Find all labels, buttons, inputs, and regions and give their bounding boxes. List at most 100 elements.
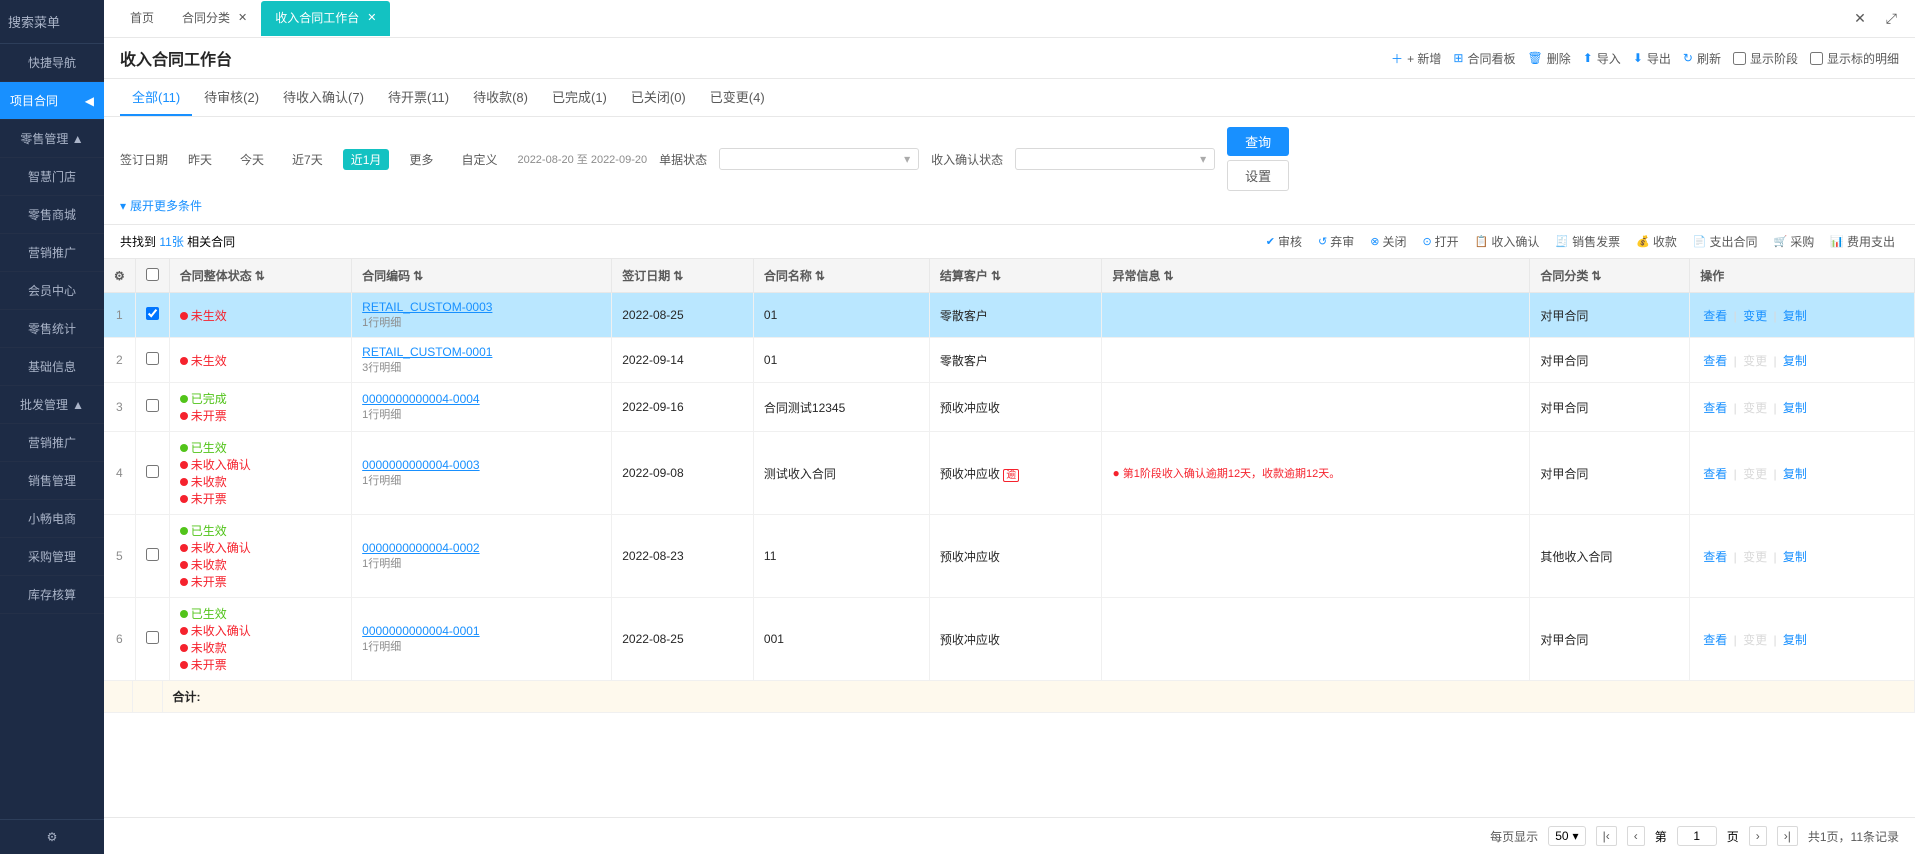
row-checkbox[interactable] [135, 293, 169, 338]
view-btn[interactable]: 查看 [1700, 309, 1730, 323]
contract-code-link[interactable]: 0000000000004-0002 [362, 541, 479, 555]
sidebar-item-smart-store[interactable]: 智慧门店 [0, 158, 104, 196]
filter-custom[interactable]: 自定义 [453, 149, 505, 170]
sidebar-item-retail-mall[interactable]: 零售商城 [0, 196, 104, 234]
sidebar-item-basic-info[interactable]: 基础信息 [0, 348, 104, 386]
prev-page-btn[interactable]: ‹ [1627, 826, 1645, 846]
last-page-btn[interactable]: ›| [1777, 826, 1798, 846]
sidebar-item-marketing[interactable]: 营销推广 [0, 234, 104, 272]
edit-btn[interactable]: 变更 [1740, 633, 1770, 647]
copy-btn[interactable]: 复制 [1780, 550, 1810, 564]
row-checkbox[interactable] [135, 598, 169, 681]
first-page-btn[interactable]: |‹ [1596, 826, 1617, 846]
query-btn[interactable]: 查询 [1227, 127, 1289, 156]
copy-btn[interactable]: 复制 [1780, 309, 1810, 323]
checkbox-col-header[interactable] [135, 259, 169, 293]
show-stage-check[interactable]: 显示阶段 [1733, 50, 1798, 67]
sidebar-item-retail-stats[interactable]: 零售统计 [0, 310, 104, 348]
contract-code-link[interactable]: 0000000000004-0001 [362, 624, 479, 638]
edit-btn[interactable]: 变更 [1740, 467, 1770, 481]
purchase-btn[interactable]: 🛒 采购 [1770, 231, 1819, 252]
confirm-status-select[interactable]: ▾ [1015, 148, 1215, 170]
board-btn[interactable]: ⊞ 合同看板 [1453, 50, 1515, 67]
refresh-btn[interactable]: ↻ 刷新 [1683, 50, 1721, 67]
add-btn[interactable]: ＋ + 新增 [1391, 50, 1441, 67]
setting-btn[interactable]: 设置 [1227, 160, 1289, 191]
row-checkbox[interactable] [135, 432, 169, 515]
next-page-btn[interactable]: › [1749, 826, 1767, 846]
close-btn[interactable]: ⊗ 关闭 [1366, 231, 1410, 252]
sidebar-item-inventory[interactable]: 库存核算 [0, 576, 104, 614]
view-btn[interactable]: 查看 [1700, 467, 1730, 481]
status-tab-pending-invoice[interactable]: 待开票(11) [376, 79, 461, 116]
row-checkbox[interactable] [135, 515, 169, 598]
sidebar-search[interactable]: 搜索菜单 [0, 0, 104, 44]
copy-btn[interactable]: 复制 [1780, 354, 1810, 368]
row-category: 对甲合同 [1530, 432, 1690, 515]
contract-code-link[interactable]: RETAIL_CUSTOM-0003 [362, 300, 492, 314]
status-tab-pending-confirm[interactable]: 待收入确认(7) [271, 79, 376, 116]
sidebar-item-purchase[interactable]: 采购管理 [0, 538, 104, 576]
abandon-btn[interactable]: ↺ 弃审 [1314, 231, 1358, 252]
status-tab-completed[interactable]: 已完成(1) [540, 79, 619, 116]
status-tab-changed[interactable]: 已变更(4) [698, 79, 777, 116]
show-detail-check[interactable]: 显示标的明细 [1810, 50, 1899, 67]
contract-code-link[interactable]: 0000000000004-0003 [362, 458, 479, 472]
view-btn[interactable]: 查看 [1700, 401, 1730, 415]
status-tab-pending-payment[interactable]: 待收款(8) [461, 79, 540, 116]
page-input[interactable] [1677, 826, 1717, 846]
sidebar-item-nav[interactable]: 快捷导航 [0, 44, 104, 82]
filter-today[interactable]: 今天 [232, 149, 272, 170]
status-tab-pending-review[interactable]: 待审核(2) [192, 79, 271, 116]
export-btn[interactable]: ⬇ 导出 [1633, 50, 1671, 67]
edit-btn[interactable]: 变更 [1740, 354, 1770, 368]
window-close-btn[interactable]: ✕ [1848, 8, 1872, 29]
import-btn[interactable]: ⬆ 导入 [1583, 50, 1621, 67]
copy-btn[interactable]: 复制 [1780, 401, 1810, 415]
confirm-btn[interactable]: 📋 收入确认 [1471, 231, 1544, 252]
copy-btn[interactable]: 复制 [1780, 467, 1810, 481]
sidebar-item-sales[interactable]: 销售管理 [0, 462, 104, 500]
review-btn[interactable]: ✔ 审核 [1262, 231, 1306, 252]
contract-code-link[interactable]: RETAIL_CUSTOM-0001 [362, 345, 492, 359]
row-checkbox[interactable] [135, 338, 169, 383]
status-tab-closed[interactable]: 已关闭(0) [619, 79, 698, 116]
row-checkbox[interactable] [135, 383, 169, 432]
expand-btn[interactable]: ▾ 展开更多条件 [120, 197, 202, 214]
delete-btn[interactable]: 🗑 删除 [1527, 50, 1570, 67]
invoice-btn[interactable]: 🧾 销售发票 [1551, 231, 1624, 252]
copy-btn[interactable]: 复制 [1780, 633, 1810, 647]
filter-yesterday[interactable]: 昨天 [180, 149, 220, 170]
tab-income-workbench[interactable]: 收入合同工作台 ✕ [261, 1, 390, 36]
filter-more[interactable]: 更多 [401, 149, 441, 170]
sidebar-item-member[interactable]: 会员中心 [0, 272, 104, 310]
sidebar-settings[interactable]: ⚙ [0, 819, 104, 854]
status-tab-all[interactable]: 全部(11) [120, 79, 192, 116]
window-maximize-btn[interactable]: ⤢ [1880, 8, 1903, 29]
page-size-select[interactable]: 50 ▾ [1548, 826, 1585, 846]
filter-last7days[interactable]: 近7天 [284, 149, 331, 170]
sidebar-item-project[interactable]: 项目合同 ◀ [0, 82, 104, 120]
edit-btn[interactable]: 变更 [1740, 550, 1770, 564]
payment-btn[interactable]: 💰 收款 [1632, 231, 1681, 252]
sidebar-item-marketing2[interactable]: 营销推广 [0, 424, 104, 462]
view-btn[interactable]: 查看 [1700, 354, 1730, 368]
sidebar-item-wholesale[interactable]: 批发管理 ▲ [0, 386, 104, 424]
sidebar-item-retail[interactable]: 零售管理 ▲ [0, 120, 104, 158]
edit-btn[interactable]: 变更 [1740, 401, 1770, 415]
out-contract-btn[interactable]: 📄 支出合同 [1689, 231, 1762, 252]
settings-col-header[interactable]: ⚙ [104, 259, 135, 293]
expense-btn[interactable]: 📊 费用支出 [1826, 231, 1899, 252]
filter-last1month[interactable]: 近1月 [343, 149, 390, 170]
tab-contract-category-close[interactable]: ✕ [238, 11, 247, 24]
sidebar-item-ecommerce[interactable]: 小畅电商 [0, 500, 104, 538]
view-btn[interactable]: 查看 [1700, 550, 1730, 564]
tab-income-workbench-close[interactable]: ✕ [367, 11, 376, 24]
doc-status-select[interactable]: ▾ [719, 148, 919, 170]
view-btn[interactable]: 查看 [1700, 633, 1730, 647]
contract-code-link[interactable]: 0000000000004-0004 [362, 392, 479, 406]
tab-home[interactable]: 首页 [116, 1, 168, 36]
open-btn[interactable]: ⊙ 打开 [1418, 231, 1462, 252]
tab-contract-category[interactable]: 合同分类 ✕ [168, 1, 261, 36]
edit-btn[interactable]: 变更 [1740, 309, 1770, 323]
